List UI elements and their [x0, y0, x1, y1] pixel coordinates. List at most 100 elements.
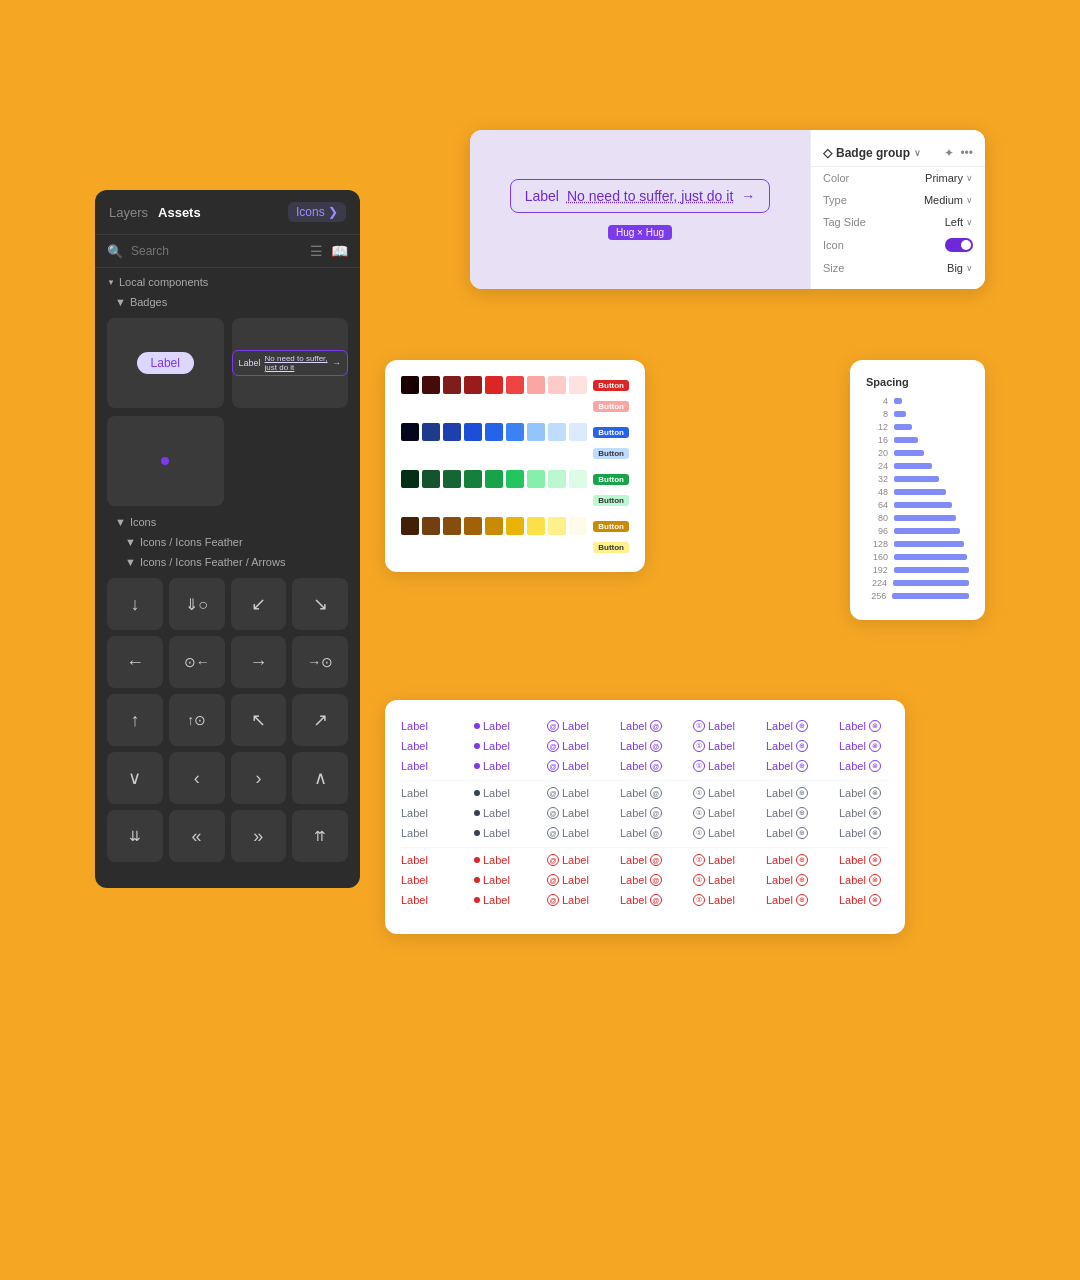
more-icon[interactable]: ••• [960, 146, 973, 160]
sp-label: 20 [866, 448, 888, 458]
icon-arrow-up-left[interactable]: ↖ [231, 694, 287, 746]
bt-cell: Label⊕ [766, 807, 831, 819]
icon-arrow-down-left[interactable]: ↙ [231, 578, 287, 630]
bt-row-red-2: Label Label @Label Label@ ①Label Label⊕ … [401, 874, 889, 886]
list-icon[interactable]: ☰ [310, 243, 323, 259]
props-actions: ✦ ••• [944, 146, 973, 160]
badge-group-panel: Label No need to suffer, just do it → Hu… [470, 130, 985, 289]
spacing-title: Spacing [866, 376, 969, 388]
swatch [506, 376, 524, 394]
icon-arrow-right[interactable]: → [231, 636, 287, 688]
prop-type: Type Medium ∨ [811, 189, 985, 211]
icons-section[interactable]: ▼ Icons [95, 512, 360, 532]
swatch [401, 517, 419, 535]
swatch [443, 376, 461, 394]
prop-tagside: Tag Side Left ∨ [811, 211, 985, 233]
prop-type-val[interactable]: Medium ∨ [924, 194, 973, 206]
icon-chevrons-right[interactable]: » [231, 810, 287, 862]
swatch [485, 517, 503, 535]
icon-arrow-up-circle[interactable]: ↑⊙ [169, 694, 225, 746]
icon-chevrons-down[interactable]: ⇊ [107, 810, 163, 862]
icon-arrow-up[interactable]: ↑ [107, 694, 163, 746]
sp-row-192: 192 [866, 565, 969, 575]
bt-cell: Label [401, 760, 466, 772]
icon-arrow-down[interactable]: ↓ [107, 578, 163, 630]
book-icon[interactable]: 📖 [331, 243, 348, 259]
bt-cell: Label [474, 787, 539, 799]
bt-cell: ①Label [693, 894, 758, 906]
icon-chevron-right[interactable]: › [231, 752, 287, 804]
sp-label: 12 [866, 422, 888, 432]
icon-arrow-up-right[interactable]: ↗ [292, 694, 348, 746]
search-actions: ☰ 📖 [310, 243, 348, 259]
icon-chevrons-left[interactable]: « [169, 810, 225, 862]
bt-cell: Label⊕ [766, 854, 831, 866]
btn-blue[interactable]: Button [593, 427, 629, 438]
bt-icon: ① [693, 760, 705, 772]
icons-feather-section[interactable]: ▼ Icons / Icons Feather [95, 532, 360, 552]
swatch [443, 517, 461, 535]
icon-chevron-left[interactable]: ‹ [169, 752, 225, 804]
icons-arrows-section[interactable]: ▼ Icons / Icons Feather / Arrows [95, 552, 360, 572]
swatch [548, 376, 566, 394]
badge-group-widget[interactable]: Label No need to suffer, just do it → [510, 179, 771, 213]
btn-yellow-light[interactable]: Button [593, 542, 629, 553]
focus-icon[interactable]: ✦ [944, 146, 954, 160]
btn-green[interactable]: Button [593, 474, 629, 485]
swatch [422, 423, 440, 441]
search-input[interactable] [131, 244, 302, 258]
sp-row-12: 12 [866, 422, 969, 432]
bt-icon: ⊗ [869, 854, 881, 866]
bt-cell: Label [474, 740, 539, 752]
tab-assets[interactable]: Assets [158, 205, 201, 220]
btn-yellow[interactable]: Button [593, 521, 629, 532]
badge-card-dot[interactable] [107, 416, 224, 506]
sp-label: 48 [866, 487, 888, 497]
toggle-icon[interactable] [945, 238, 973, 252]
prop-size-val[interactable]: Big ∨ [947, 262, 973, 274]
badge-group-title: Badge group [836, 146, 910, 160]
bt-icon: ⊕ [796, 894, 808, 906]
badge-dot [161, 457, 169, 465]
badges-section[interactable]: ▼ Badges [95, 292, 360, 312]
chevron-icon: ∨ [914, 148, 921, 158]
icon-arrow-left-circle[interactable]: ⊙← [169, 636, 225, 688]
icon-arrow-down-circle[interactable]: ⇓○ [169, 578, 225, 630]
local-components-label[interactable]: ▼ Local components [95, 268, 360, 292]
bt-dot [474, 830, 480, 836]
icon-chevron-up[interactable]: ∧ [292, 752, 348, 804]
swatch [401, 423, 419, 441]
sp-label: 192 [866, 565, 888, 575]
btn-blue-light[interactable]: Button [593, 448, 629, 459]
icon-chevron-down[interactable]: ∨ [107, 752, 163, 804]
icon-chevrons-up[interactable]: ⇈ [292, 810, 348, 862]
bt-cell: Label [474, 827, 539, 839]
bt-icon: ⊕ [796, 787, 808, 799]
prop-color-val[interactable]: Primary ∨ [925, 172, 973, 184]
btn-red[interactable]: Button [593, 380, 629, 391]
swatch [464, 376, 482, 394]
icons-filter[interactable]: Icons ❯ [288, 202, 346, 222]
sp-row-24: 24 [866, 461, 969, 471]
swatch [401, 470, 419, 488]
badge-card-group[interactable]: Label No need to suffer, just do it → [232, 318, 349, 408]
sp-row-16: 16 [866, 435, 969, 445]
bt-icon: @ [547, 827, 559, 839]
icon-arrow-right-circle[interactable]: →⊙ [292, 636, 348, 688]
bt-icon: @ [650, 874, 662, 886]
btn-green-light[interactable]: Button [593, 495, 629, 506]
bt-dot [474, 743, 480, 749]
btn-red-light[interactable]: Button [593, 401, 629, 412]
bt-cell: Label@ [620, 854, 685, 866]
bt-cell: Label⊗ [839, 807, 904, 819]
icon-arrow-down-right[interactable]: ↘ [292, 578, 348, 630]
bt-cell: Label [401, 740, 466, 752]
badge-card-label[interactable]: Label [107, 318, 224, 408]
bt-icon: ⊗ [869, 874, 881, 886]
icon-arrow-left[interactable]: ← [107, 636, 163, 688]
prop-tagside-val[interactable]: Left ∨ [945, 216, 973, 228]
bp-label: Label [239, 358, 261, 368]
bt-cell: Label [474, 760, 539, 772]
swatch [527, 423, 545, 441]
tab-layers[interactable]: Layers [109, 205, 148, 220]
